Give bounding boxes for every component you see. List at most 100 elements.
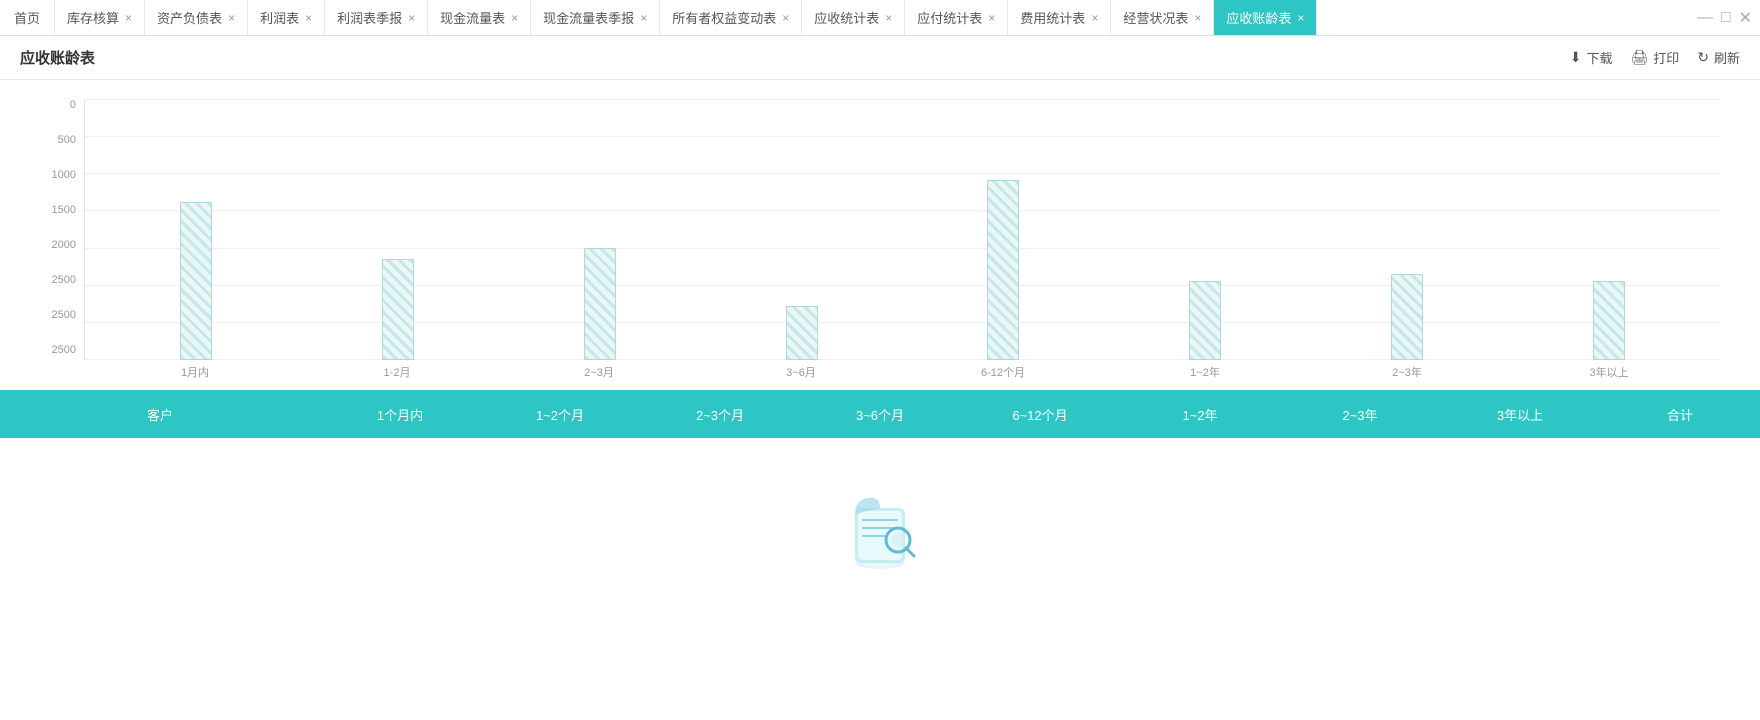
y-axis-label: 2500: [40, 275, 76, 286]
x-axis-label: 2~3月: [575, 364, 623, 380]
tab-business-label: 经营状况表: [1123, 8, 1188, 27]
tab-inventory[interactable]: 库存核算 ×: [55, 0, 145, 35]
refresh-button[interactable]: ↻ 刷新: [1697, 48, 1740, 67]
tab-equity-close[interactable]: ×: [782, 11, 789, 25]
minimize-icon[interactable]: —: [1697, 9, 1713, 27]
table-header-cell: 1个月内: [320, 390, 480, 438]
tab-cashflow-close[interactable]: ×: [511, 11, 518, 25]
tab-ar-age[interactable]: 应收账龄表 ×: [1214, 0, 1317, 35]
y-axis-label: 1000: [40, 170, 76, 181]
tab-cashflow-q-label: 现金流量表季报: [543, 8, 634, 27]
page-header: 应收账龄表 ⬇ 下载 🖨 打印 ↻ 刷新: [0, 36, 1760, 80]
empty-illustration: [830, 478, 930, 578]
table-header-cell: 1~2个月: [480, 390, 640, 438]
tab-profit-q[interactable]: 利润表季报 ×: [325, 0, 428, 35]
tab-profit-q-close[interactable]: ×: [408, 11, 415, 25]
main-content: 2500250025002000150010005000 1月内1-2月2~3月…: [0, 80, 1760, 720]
bar: [584, 248, 616, 360]
download-button[interactable]: ⬇ 下载: [1570, 48, 1613, 67]
tab-cashflow-label: 现金流量表: [440, 8, 505, 27]
page-title: 应收账龄表: [20, 47, 95, 68]
x-axis-label: 3~6月: [777, 364, 825, 380]
y-axis-label: 500: [40, 135, 76, 146]
x-axis-label: 3年以上: [1585, 364, 1633, 380]
table-header-cell: 3~6个月: [800, 390, 960, 438]
tab-cashflow-q[interactable]: 现金流量表季报 ×: [531, 0, 660, 35]
tab-bar-end: — □ ✕: [1697, 8, 1760, 28]
x-axis-label: 6-12个月: [979, 364, 1027, 380]
tab-profit-close[interactable]: ×: [305, 11, 312, 25]
chart-body: 1月内1-2月2~3月3~6月6-12个月1~2年2~3年3年以上: [84, 100, 1720, 380]
y-axis-label: 2000: [40, 240, 76, 251]
tab-business[interactable]: 经营状况表 ×: [1111, 0, 1214, 35]
bar-group: [180, 202, 212, 360]
tab-profit[interactable]: 利润表 ×: [248, 0, 325, 35]
x-labels: 1月内1-2月2~3月3~6月6-12个月1~2年2~3年3年以上: [84, 364, 1720, 380]
tab-ar-age-close[interactable]: ×: [1297, 11, 1304, 25]
bar: [382, 259, 414, 360]
tab-balance[interactable]: 资产负债表 ×: [145, 0, 248, 35]
refresh-icon: ↻: [1697, 49, 1709, 66]
table-header: 客户1个月内1~2个月2~3个月3~6个月6~12个月1~2年2~3年3年以上合…: [0, 390, 1760, 438]
tab-ar-stat[interactable]: 应收统计表 ×: [802, 0, 905, 35]
tab-fee-stat[interactable]: 费用统计表 ×: [1008, 0, 1111, 35]
chart-area: 2500250025002000150010005000 1月内1-2月2~3月…: [0, 80, 1760, 390]
bar: [1189, 281, 1221, 360]
empty-state: [0, 438, 1760, 720]
tab-fee-stat-close[interactable]: ×: [1091, 11, 1098, 25]
tab-ap-stat-close[interactable]: ×: [988, 11, 995, 25]
close-window-icon[interactable]: ✕: [1739, 8, 1752, 28]
bar-group: [987, 180, 1019, 360]
download-label: 下载: [1586, 48, 1612, 67]
x-axis-label: 1-2月: [373, 364, 421, 380]
x-axis-label: 1~2年: [1181, 364, 1229, 380]
x-axis-label: 2~3年: [1383, 364, 1431, 380]
table-header-cell: 客户: [0, 390, 320, 438]
tab-ar-age-label: 应收账龄表: [1226, 8, 1291, 27]
tab-balance-close[interactable]: ×: [228, 11, 235, 25]
table-header-cell: 2~3年: [1280, 390, 1440, 438]
bar-group: [382, 259, 414, 360]
bar: [1391, 274, 1423, 360]
print-label: 打印: [1653, 48, 1679, 67]
tab-balance-label: 资产负债表: [157, 8, 222, 27]
tab-profit-label: 利润表: [260, 8, 299, 27]
tab-home-label: 首页: [14, 8, 40, 27]
table-header-cell: 合计: [1600, 390, 1760, 438]
tab-home[interactable]: 首页: [0, 0, 55, 35]
header-actions: ⬇ 下载 🖨 打印 ↻ 刷新: [1570, 48, 1740, 67]
tab-profit-q-label: 利润表季报: [337, 8, 402, 27]
tab-bar: 首页 库存核算 × 资产负债表 × 利润表 × 利润表季报 × 现金流量表 × …: [0, 0, 1760, 36]
table-header-cell: 1~2年: [1120, 390, 1280, 438]
bar-group: [1189, 281, 1221, 360]
tab-equity[interactable]: 所有者权益变动表 ×: [660, 0, 802, 35]
table-header-cell: 3年以上: [1440, 390, 1600, 438]
table-header-cell: 2~3个月: [640, 390, 800, 438]
print-button[interactable]: 🖨 打印: [1630, 48, 1679, 67]
chart-grid: [84, 100, 1720, 360]
maximize-icon[interactable]: □: [1721, 9, 1731, 27]
download-icon: ⬇: [1570, 49, 1582, 66]
tab-inventory-close[interactable]: ×: [125, 11, 132, 25]
tab-equity-label: 所有者权益变动表: [672, 8, 776, 27]
bar-group: [1391, 274, 1423, 360]
tab-cashflow-q-close[interactable]: ×: [640, 11, 647, 25]
tab-fee-stat-label: 费用统计表: [1020, 8, 1085, 27]
table-header-cell: 6~12个月: [960, 390, 1120, 438]
tab-ap-stat-label: 应付统计表: [917, 8, 982, 27]
bar-group: [786, 306, 818, 360]
tab-cashflow[interactable]: 现金流量表 ×: [428, 0, 531, 35]
bars-row: [85, 100, 1720, 360]
bar: [786, 306, 818, 360]
tab-ap-stat[interactable]: 应付统计表 ×: [905, 0, 1008, 35]
bar-group: [584, 248, 616, 360]
bar-group: [1593, 281, 1625, 360]
print-icon: 🖨: [1630, 49, 1648, 66]
bar: [1593, 281, 1625, 360]
tab-business-close[interactable]: ×: [1194, 11, 1201, 25]
bar: [987, 180, 1019, 360]
y-axis: 2500250025002000150010005000: [40, 100, 76, 380]
tab-ar-stat-label: 应收统计表: [814, 8, 879, 27]
bar-chart: 2500250025002000150010005000 1月内1-2月2~3月…: [40, 100, 1720, 380]
tab-ar-stat-close[interactable]: ×: [885, 11, 892, 25]
